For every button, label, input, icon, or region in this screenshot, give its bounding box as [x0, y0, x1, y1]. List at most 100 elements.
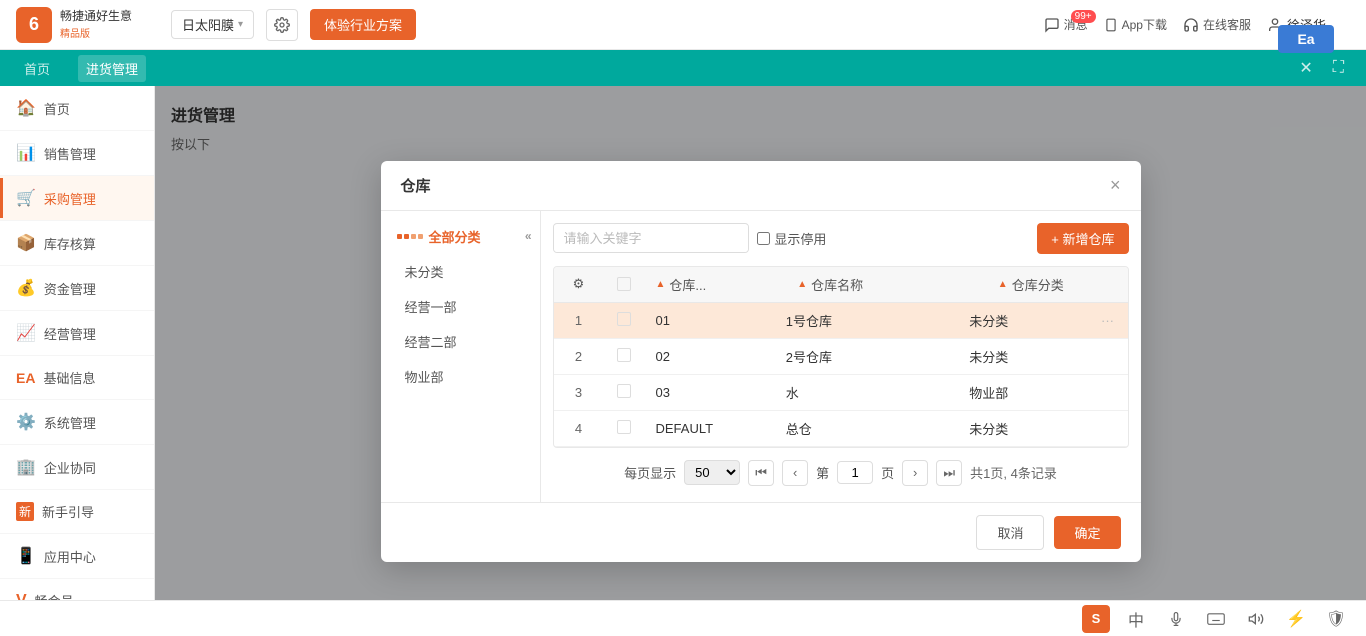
chinese-input-icon[interactable]: 中 [1122, 605, 1150, 633]
category-item-0[interactable]: 未分类 [381, 254, 540, 289]
header-center: 日太阳膜 ▾ 体验行业方案 [171, 9, 1044, 41]
table-row[interactable]: 1 01 1号仓库 未分类 ··· [554, 303, 1128, 339]
power-icon[interactable]: ⚡ [1282, 605, 1310, 633]
window-expand-icon[interactable]: ⛶ [1327, 57, 1350, 79]
tab-purchase[interactable]: 进货管理 [78, 55, 146, 82]
s-logo-icon: S [1082, 605, 1110, 633]
pagination-bar: 每页显示 50 100 200 ⏮ ‹ 第 页 › [553, 448, 1129, 490]
row-checkbox-1[interactable] [617, 312, 631, 326]
table-body: 1 01 1号仓库 未分类 ··· [554, 303, 1128, 447]
store-selector[interactable]: 日太阳膜 ▾ [171, 10, 254, 39]
row-name-4: 总仓 [774, 411, 957, 446]
sidebar-item-fund[interactable]: 💰 资金管理 [0, 266, 154, 311]
per-page-select[interactable]: 50 100 200 [684, 460, 740, 485]
ea-badge[interactable]: Ea [1278, 25, 1334, 53]
table-row[interactable]: 2 02 2号仓库 未分类 [554, 339, 1128, 375]
table-panel: 🔍 显示停用 + 新增仓库 [541, 211, 1141, 502]
select-all-checkbox[interactable] [617, 277, 631, 291]
operation-icon: 📈 [16, 323, 36, 343]
sidebar-item-operation[interactable]: 📈 经营管理 [0, 311, 154, 356]
row-check-1[interactable] [604, 304, 644, 337]
modal-header: 仓库 × [381, 161, 1141, 211]
add-warehouse-btn[interactable]: + 新增仓库 [1037, 223, 1128, 254]
row-check-4[interactable] [604, 412, 644, 445]
guide-icon: 新 [16, 502, 34, 521]
row-actions-1[interactable]: ··· [1087, 305, 1127, 336]
sidebar-item-guide[interactable]: 新 新手引导 [0, 490, 154, 534]
sidebar-item-app[interactable]: 📱 应用中心 [0, 534, 154, 579]
th-name: ▲ 仓库名称 [785, 267, 986, 302]
category-item-2[interactable]: 经营二部 [381, 324, 540, 359]
sidebar-item-purchase[interactable]: 🛒 采购管理 [0, 176, 154, 221]
row-name-2: 2号仓库 [774, 339, 957, 374]
sales-icon: 📊 [16, 143, 36, 163]
fund-icon: 💰 [16, 278, 36, 298]
row-name-3: 水 [774, 375, 957, 410]
show-disabled-input[interactable] [757, 232, 770, 245]
next-page-btn[interactable]: › [902, 460, 928, 486]
row-actions-2[interactable] [1087, 348, 1127, 364]
volume-icon[interactable] [1242, 605, 1270, 633]
settings-icon-btn[interactable] [266, 9, 298, 41]
row-check-2[interactable] [604, 340, 644, 373]
mic-icon[interactable] [1162, 605, 1190, 633]
window-close-icon[interactable]: ✕ [1293, 56, 1318, 80]
page-label: 第 [816, 463, 829, 482]
row-checkbox-2[interactable] [617, 348, 631, 362]
table-row[interactable]: 3 03 水 物业部 [554, 375, 1128, 411]
row-more-icon-1[interactable]: ··· [1101, 313, 1114, 328]
row-category-4: 未分类 [957, 411, 1087, 446]
show-disabled-checkbox[interactable]: 显示停用 [757, 229, 826, 248]
row-index-1: 1 [554, 305, 604, 336]
page-number-input[interactable] [837, 461, 873, 484]
system-icon: ⚙️ [16, 412, 36, 432]
gear-icon-th[interactable]: ⚙ [573, 276, 585, 292]
row-checkbox-4[interactable] [617, 420, 631, 434]
category-item-3[interactable]: 物业部 [381, 359, 540, 394]
sidebar-label-stock: 库存核算 [44, 234, 96, 253]
keyboard-icon[interactable] [1202, 605, 1230, 633]
prev-page-btn[interactable]: ‹ [782, 460, 808, 486]
chevron-down-icon: ▾ [238, 19, 243, 30]
shield-icon[interactable]: 🛡 [1322, 605, 1350, 633]
sidebar-item-basic[interactable]: EA 基础信息 [0, 356, 154, 400]
page-total: 共1页, 4条记录 [970, 463, 1057, 482]
row-index-4: 4 [554, 413, 604, 444]
app-download-label: App下载 [1122, 16, 1167, 33]
modal-close-icon[interactable]: × [1110, 175, 1121, 196]
row-check-3[interactable] [604, 376, 644, 409]
sidebar-item-enterprise[interactable]: 🏢 企业协同 [0, 445, 154, 490]
app-icon: 📱 [16, 546, 36, 566]
app-sub: 精品版 [60, 25, 132, 40]
message-btn[interactable]: 消息 99+ [1044, 16, 1088, 33]
tab-home[interactable]: 首页 [16, 55, 58, 82]
app-download-btn[interactable]: App下载 [1104, 16, 1167, 33]
row-checkbox-3[interactable] [617, 384, 631, 398]
sidebar-item-system[interactable]: ⚙️ 系统管理 [0, 400, 154, 445]
logo-area: 6 畅捷通好生意 精品版 [16, 7, 171, 43]
sidebar-label-guide: 新手引导 [42, 502, 94, 521]
sidebar-label-sales: 销售管理 [44, 144, 96, 163]
app-name: 畅捷通好生意 [60, 9, 132, 25]
store-name: 日太阳膜 [182, 15, 234, 34]
online-service-btn[interactable]: 在线客服 [1183, 16, 1251, 33]
sidebar-item-sales[interactable]: 📊 销售管理 [0, 131, 154, 176]
confirm-button[interactable]: 确定 [1054, 516, 1120, 549]
last-page-btn[interactable]: ⏭ [936, 460, 962, 486]
sidebar-item-home[interactable]: 🏠 首页 [0, 86, 154, 131]
search-input[interactable] [554, 225, 750, 252]
collapse-icon[interactable]: « [525, 229, 532, 243]
cancel-button[interactable]: 取消 [976, 515, 1044, 550]
table-row[interactable]: 4 DEFAULT 总仓 未分类 [554, 411, 1128, 447]
row-name-1: 1号仓库 [774, 303, 957, 338]
all-category-header[interactable]: 全部分类 « [381, 219, 540, 254]
row-actions-3[interactable] [1087, 384, 1127, 400]
row-category-2: 未分类 [957, 339, 1087, 374]
content-area: 进货管理 按以下 仓库 × [155, 86, 1366, 636]
try-industry-btn[interactable]: 体验行业方案 [310, 9, 416, 40]
row-actions-4[interactable] [1087, 420, 1127, 436]
first-page-btn[interactable]: ⏮ [748, 460, 774, 486]
category-item-1[interactable]: 经营一部 [381, 289, 540, 324]
sidebar-item-stock[interactable]: 📦 库存核算 [0, 221, 154, 266]
home-icon: 🏠 [16, 98, 36, 118]
